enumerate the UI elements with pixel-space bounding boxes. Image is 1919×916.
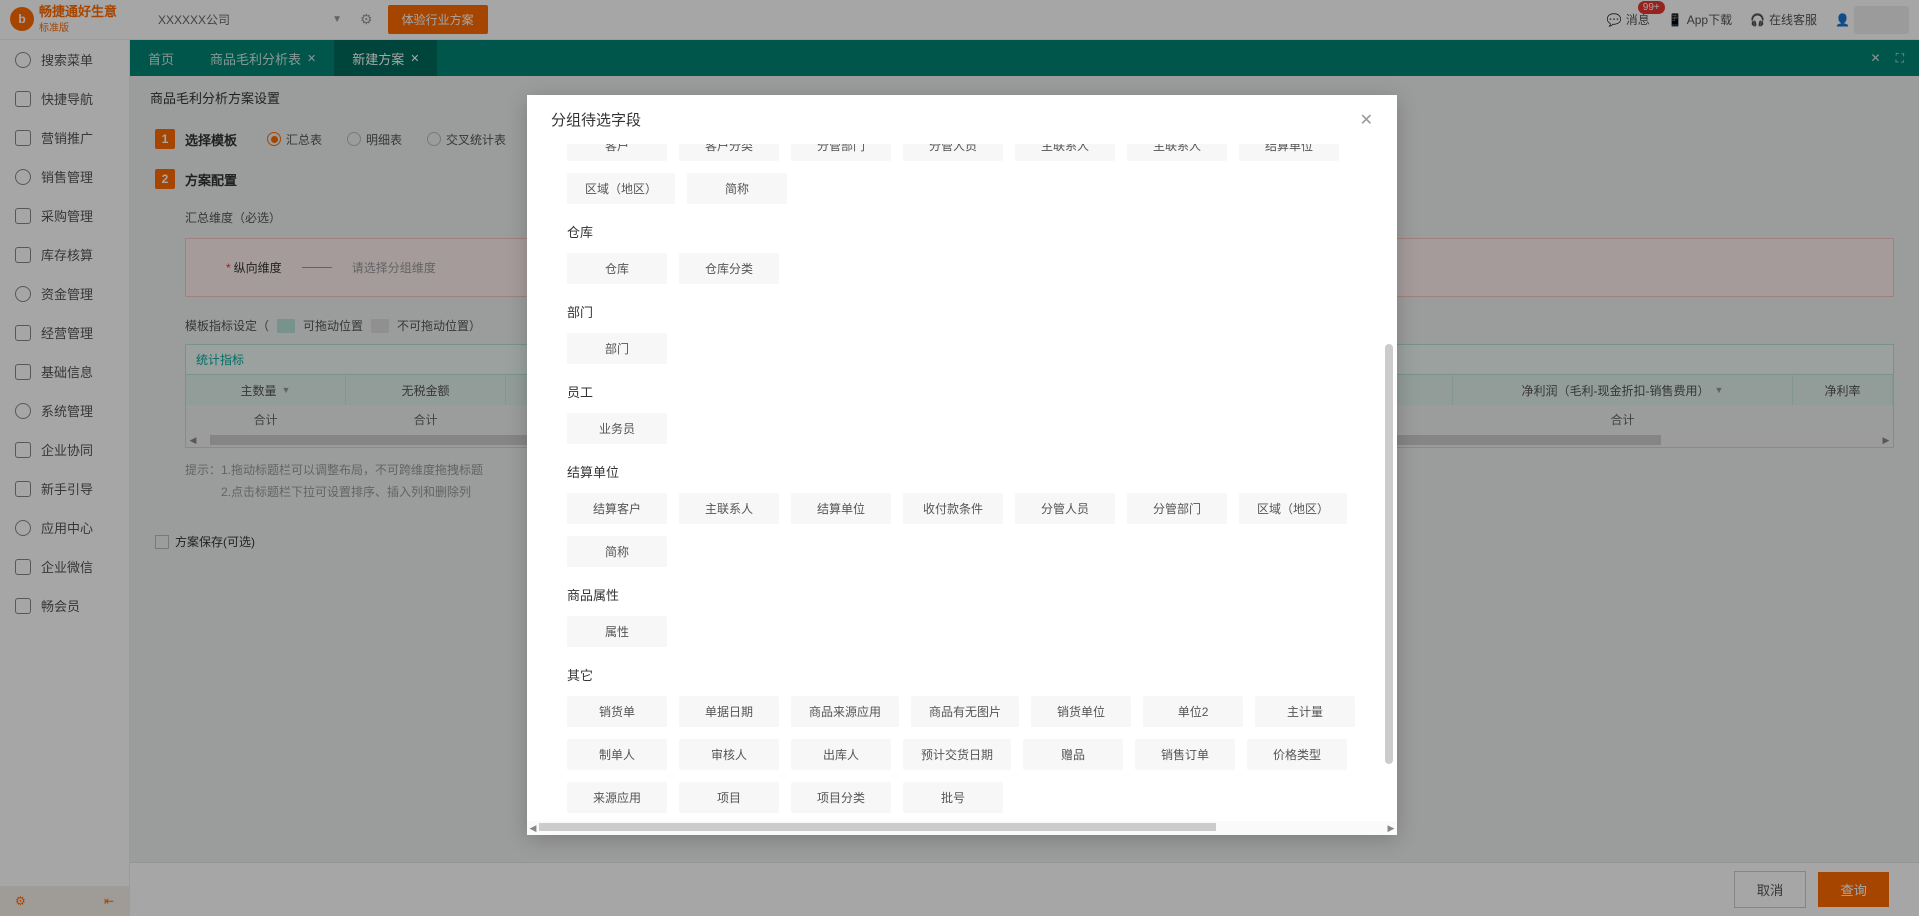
- field-chip[interactable]: 批号: [903, 782, 1003, 813]
- group-title: 其它: [567, 665, 1357, 684]
- field-chip[interactable]: 分管部门: [1127, 493, 1227, 524]
- field-chip[interactable]: 分管人员: [1015, 493, 1115, 524]
- field-chip[interactable]: 项目分类: [791, 782, 891, 813]
- field-chip[interactable]: 简称: [567, 536, 667, 567]
- field-row-region: 区域（地区） 简称: [567, 173, 1357, 204]
- group-title: 商品属性: [567, 585, 1357, 604]
- field-chip[interactable]: 制单人: [567, 739, 667, 770]
- field-row-partial: 客户客户分类分管部门分管人员主联系人主联系人结算单位: [567, 144, 1357, 161]
- field-chip[interactable]: 审核人: [679, 739, 779, 770]
- group-title: 部门: [567, 302, 1357, 321]
- modal-h-scrollbar[interactable]: ◀ ▶: [527, 821, 1397, 835]
- field-chip[interactable]: 部门: [567, 333, 667, 364]
- field-chip[interactable]: 区域（地区）: [567, 173, 675, 204]
- field-chip[interactable]: 分管部门: [791, 144, 891, 161]
- field-chip[interactable]: 主联系人: [1127, 144, 1227, 161]
- modal-title: 分组待选字段: [551, 109, 641, 130]
- field-chip[interactable]: 销售订单: [1135, 739, 1235, 770]
- field-chip[interactable]: 属性: [567, 616, 667, 647]
- group-title: 仓库: [567, 222, 1357, 241]
- field-chip[interactable]: 客户: [567, 144, 667, 161]
- field-row: 仓库仓库分类: [567, 253, 1357, 284]
- field-chip[interactable]: 项目: [679, 782, 779, 813]
- field-chip[interactable]: 简称: [687, 173, 787, 204]
- modal-header: 分组待选字段 ✕: [527, 95, 1397, 144]
- field-chip[interactable]: 业务员: [567, 413, 667, 444]
- field-row: 部门: [567, 333, 1357, 364]
- field-chip[interactable]: 赠品: [1023, 739, 1123, 770]
- field-chip[interactable]: 商品有无图片: [911, 696, 1019, 727]
- field-row: 业务员: [567, 413, 1357, 444]
- field-chip[interactable]: 预计交货日期: [903, 739, 1011, 770]
- group-title: 员工: [567, 382, 1357, 401]
- field-chip[interactable]: 销货单: [567, 696, 667, 727]
- field-chip[interactable]: 分管人员: [903, 144, 1003, 161]
- field-chip[interactable]: 客户分类: [679, 144, 779, 161]
- field-chip[interactable]: 销货单位: [1031, 696, 1131, 727]
- modal-close-button[interactable]: ✕: [1360, 110, 1373, 130]
- field-chip[interactable]: 主联系人: [679, 493, 779, 524]
- field-chip[interactable]: 仓库分类: [679, 253, 779, 284]
- field-chip[interactable]: 主计量: [1255, 696, 1355, 727]
- field-row: 属性: [567, 616, 1357, 647]
- field-chip[interactable]: 区域（地区）: [1239, 493, 1347, 524]
- field-chip[interactable]: 结算单位: [791, 493, 891, 524]
- field-chip[interactable]: 单位2: [1143, 696, 1243, 727]
- modal-v-scrollbar[interactable]: [1385, 144, 1395, 801]
- field-chip[interactable]: 收付款条件: [903, 493, 1003, 524]
- field-chip[interactable]: 价格类型: [1247, 739, 1347, 770]
- group-field-modal: 分组待选字段 ✕ 客户客户分类分管部门分管人员主联系人主联系人结算单位 区域（地…: [527, 95, 1397, 835]
- field-chip[interactable]: 主联系人: [1015, 144, 1115, 161]
- field-chip[interactable]: 仓库: [567, 253, 667, 284]
- field-chip[interactable]: 出库人: [791, 739, 891, 770]
- field-chip[interactable]: 来源应用: [567, 782, 667, 813]
- field-chip[interactable]: 结算客户: [567, 493, 667, 524]
- group-title: 结算单位: [567, 462, 1357, 481]
- field-chip[interactable]: 结算单位: [1239, 144, 1339, 161]
- field-chip[interactable]: 商品来源应用: [791, 696, 899, 727]
- field-row: 销货单单据日期商品来源应用商品有无图片销货单位单位2 主计量制单人审核人出库人预计…: [567, 696, 1357, 813]
- field-row: 结算客户主联系人结算单位收付款条件分管人员分管部门区域（地区） 简称: [567, 493, 1357, 567]
- field-chip[interactable]: 单据日期: [679, 696, 779, 727]
